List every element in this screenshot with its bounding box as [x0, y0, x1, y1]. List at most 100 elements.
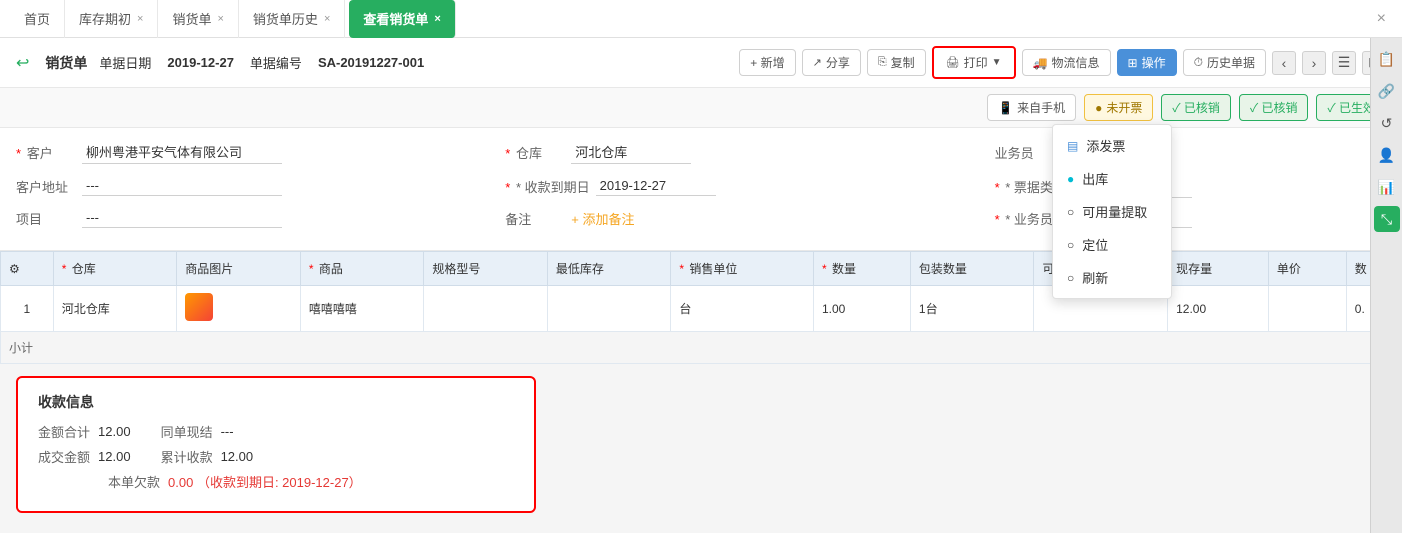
operations-button[interactable]: ⊞ 操作 — [1117, 49, 1177, 76]
product-table-container: ⚙ * 仓库 商品图片 * 商品 规格型号 最低库存 * 销售单位 * 数量 包… — [0, 251, 1402, 364]
refresh-item[interactable]: ○ 刷新 — [1053, 261, 1171, 294]
row-spec — [424, 286, 548, 332]
copy-button[interactable]: ⎘ 复制 — [867, 49, 926, 76]
right-icon-3[interactable]: ↺ — [1374, 110, 1400, 136]
verify-button[interactable]: ✓ 已核销 — [1161, 94, 1231, 121]
invoice-status-icon: ● — [1095, 101, 1102, 115]
locate-icon: ○ — [1067, 238, 1074, 252]
product-image — [185, 293, 213, 321]
same-order-value: --- — [221, 424, 234, 439]
available-qty-item[interactable]: ○ 可用量提取 — [1053, 195, 1171, 228]
right-icon-4[interactable]: 👤 — [1374, 142, 1400, 168]
canceled-button[interactable]: ✓ 已核销 — [1239, 94, 1309, 121]
close-tab-view[interactable]: × — [434, 13, 440, 25]
toolbar-actions: + 新增 ↗ 分享 ⎘ 复制 🖨 打印 ▼ 🚚 物流信息 ⊞ 操作 ⏱ 历史单据 — [739, 46, 1386, 79]
operations-icon: ⊞ — [1128, 56, 1138, 70]
right-icon-expand[interactable]: ⤡ — [1374, 206, 1400, 232]
share-icon: ↗ — [813, 56, 822, 69]
col-warehouse: * 仓库 — [53, 252, 177, 286]
address-value[interactable]: --- — [82, 176, 282, 196]
outbound-item[interactable]: ● 出库 — [1053, 162, 1171, 195]
product-table: ⚙ * 仓库 商品图片 * 商品 规格型号 最低库存 * 销售单位 * 数量 包… — [0, 251, 1402, 364]
payment-title: 收款信息 — [38, 392, 514, 412]
number-value: SA-20191227-001 — [318, 55, 424, 70]
row-sales-unit: 台 — [671, 286, 814, 332]
operations-dropdown: ▤ 添发票 ● 出库 ○ 可用量提取 ○ 定位 ○ 刷新 — [1052, 124, 1172, 299]
doc-toolbar: ↩ 销货单 单据日期 2019-12-27 单据编号 SA-20191227-0… — [0, 38, 1402, 88]
logistics-button[interactable]: 🚚 物流信息 — [1022, 49, 1111, 76]
transaction-amount-label: 成交金额 — [38, 447, 90, 466]
refresh-icon: ○ — [1067, 271, 1074, 285]
row-current-stock: 12.00 — [1168, 286, 1269, 332]
prev-record-button[interactable]: ‹ — [1272, 51, 1296, 75]
same-order-label: 同单现结 — [161, 422, 213, 441]
project-label: 项目 — [16, 209, 76, 228]
payment-row-1: 金额合计 12.00 同单现结 --- — [38, 422, 514, 441]
right-icon-2[interactable]: 🔗 — [1374, 78, 1400, 104]
transaction-amount-value: 12.00 — [98, 449, 131, 464]
new-button[interactable]: + 新增 — [739, 49, 795, 76]
right-panel: 📋 🔗 ↺ 👤 📊 ⤡ — [1370, 38, 1402, 533]
address-field: 客户地址 --- — [16, 176, 505, 196]
right-icon-5[interactable]: 📊 — [1374, 174, 1400, 200]
col-spec: 规格型号 — [424, 252, 548, 286]
table-header-row: ⚙ * 仓库 商品图片 * 商品 规格型号 最低库存 * 销售单位 * 数量 包… — [1, 252, 1402, 286]
close-tab-history[interactable]: × — [324, 13, 330, 25]
customer-field: * 客户 柳州粤港平安气体有限公司 — [16, 140, 505, 164]
print-button-wrapper: 🖨 打印 ▼ — [932, 46, 1016, 79]
staff-label: 业务员 — [995, 143, 1055, 162]
remark-label: 备注 — [505, 209, 565, 228]
history-button[interactable]: ⏱ 历史单据 — [1183, 49, 1266, 76]
row-product: 嘻嘻嘻嘻 — [300, 286, 424, 332]
transaction-amount-item: 成交金额 12.00 — [38, 447, 131, 466]
cumulative-receipt-value: 12.00 — [221, 449, 254, 464]
row-min-stock — [547, 286, 671, 332]
table-row: 1 河北仓库 嘻嘻嘻嘻 台 1.00 1台 12.00 0. — [1, 286, 1402, 332]
tab-home[interactable]: 首页 — [10, 0, 65, 38]
col-gear: ⚙ — [1, 252, 54, 286]
remark-field: 备注 + 添加备注 — [505, 209, 994, 228]
payment-row-2: 成交金额 12.00 累计收款 12.00 — [38, 447, 514, 466]
list-view-button[interactable]: ☰ — [1332, 51, 1356, 75]
warehouse-value[interactable]: 河北仓库 — [571, 140, 691, 164]
next-record-button[interactable]: › — [1302, 51, 1326, 75]
doc-meta: 单据日期 2019-12-27 单据编号 SA-20191227-001 — [99, 53, 424, 72]
doc-type-icon: ↩ — [16, 53, 29, 73]
share-button[interactable]: ↗ 分享 — [802, 49, 861, 76]
form-row-3: 项目 --- 备注 + 添加备注 * * 业务员孟 --- — [16, 208, 1386, 228]
project-value[interactable]: --- — [82, 208, 282, 228]
print-button[interactable]: 🖨 打印 ▼ — [936, 50, 1012, 75]
from-phone-button[interactable]: 📱 来自手机 — [987, 94, 1076, 121]
row-unit-price — [1268, 286, 1346, 332]
warehouse-field: * 仓库 河北仓库 — [505, 140, 994, 164]
date-label: 单据日期 — [99, 53, 151, 72]
col-product: * 商品 — [300, 252, 424, 286]
phone-icon: 📱 — [998, 101, 1013, 115]
form-row-2: 客户地址 --- * * 收款到期日 2019-12-27 * * 票据类型 不… — [16, 174, 1386, 198]
payment-date-field: * * 收款到期日 2019-12-27 — [505, 176, 994, 196]
date-value: 2019-12-27 — [167, 55, 234, 70]
locate-item[interactable]: ○ 定位 — [1053, 228, 1171, 261]
close-tab-inventory[interactable]: × — [137, 13, 143, 25]
close-tab-sales[interactable]: × — [217, 13, 223, 25]
add-invoice-item[interactable]: ▤ 添发票 — [1053, 129, 1171, 162]
customer-label: * 客户 — [16, 143, 76, 162]
form-section: * 客户 柳州粤港平安气体有限公司 * 仓库 河北仓库 业务员 演示账号 客户地… — [0, 128, 1402, 251]
same-order-item: 同单现结 --- — [161, 422, 234, 441]
row-warehouse: 河北仓库 — [53, 286, 177, 332]
subtotal-label: 小计 — [1, 332, 1402, 364]
tab-sales-order[interactable]: 销货单 × — [158, 0, 238, 38]
total-amount-item: 金额合计 12.00 — [38, 422, 131, 441]
customer-value[interactable]: 柳州粤港平安气体有限公司 — [82, 140, 282, 164]
payment-date-value[interactable]: 2019-12-27 — [596, 176, 716, 196]
col-unit-price: 单价 — [1268, 252, 1346, 286]
tab-inventory-init[interactable]: 库存期初 × — [65, 0, 158, 38]
add-remark-button[interactable]: + 添加备注 — [571, 209, 634, 228]
tab-view-sales[interactable]: 查看销货单 × — [349, 0, 455, 38]
outbound-icon: ● — [1067, 172, 1074, 186]
tab-sales-history[interactable]: 销货单历史 × — [239, 0, 345, 38]
unopened-button[interactable]: ● 未开票 — [1084, 94, 1153, 121]
close-all-button[interactable]: × — [1377, 10, 1386, 28]
number-label: 单据编号 — [250, 53, 302, 72]
right-icon-1[interactable]: 📋 — [1374, 46, 1400, 72]
